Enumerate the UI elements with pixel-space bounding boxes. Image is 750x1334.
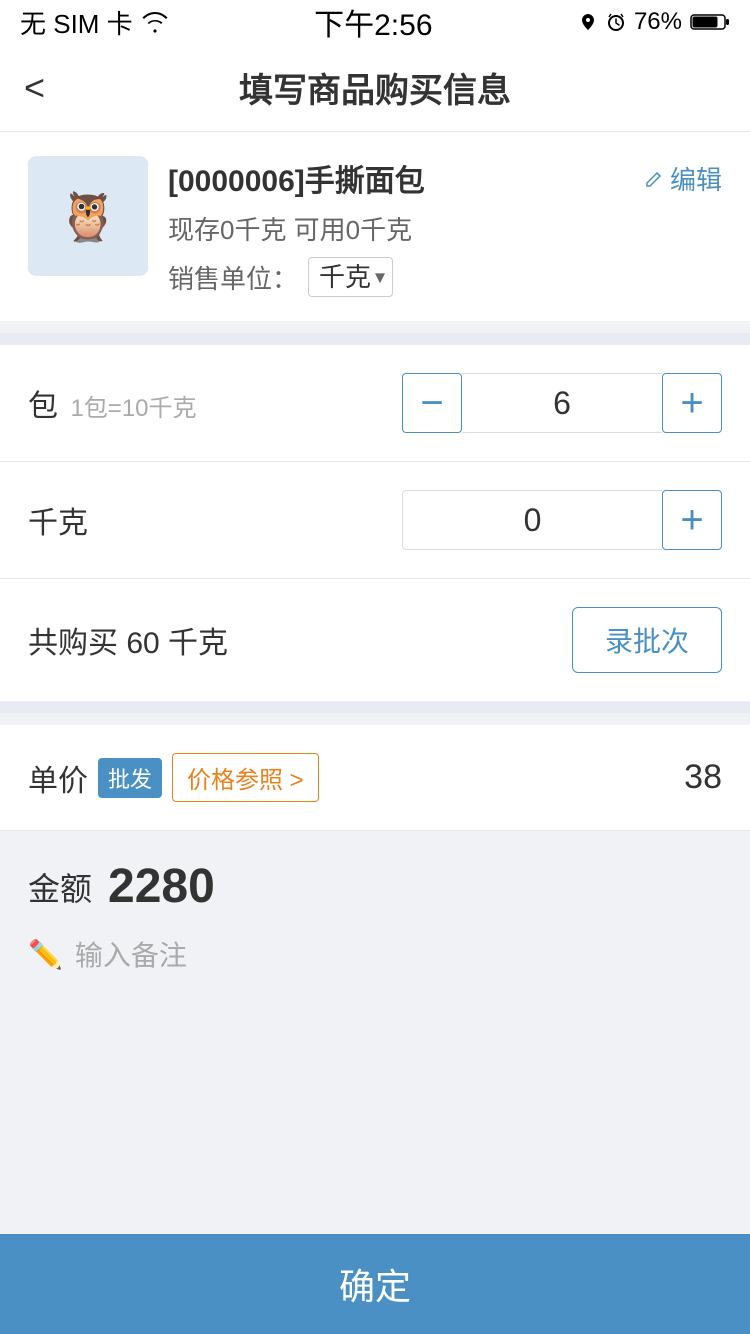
form-section: 包 1包=10千克 − + 千克 + 共购买 60 千克 录批次 <box>0 345 750 701</box>
separator-1 <box>0 333 750 345</box>
package-minus-button[interactable]: − <box>402 373 462 433</box>
status-time: 下午2:56 <box>314 0 432 44</box>
edit-icon <box>644 167 666 189</box>
alarm-icon <box>606 12 626 32</box>
back-button[interactable]: < <box>24 67 45 109</box>
remark-row[interactable]: ✏️ 输入备注 <box>28 934 722 1002</box>
package-label-group: 包 1包=10千克 <box>28 381 197 425</box>
record-batch-button[interactable]: 录批次 <box>572 607 722 673</box>
confirm-label: 确定 <box>339 1258 411 1310</box>
status-carrier: 无 SIM 卡 <box>20 4 169 41</box>
price-value: 38 <box>684 758 722 797</box>
product-info: [0000006]手撕面包 编辑 现存0千克 可用0千克 销售单位： 千克 <box>168 156 722 297</box>
remark-placeholder[interactable]: 输入备注 <box>75 934 187 974</box>
pencil-icon: ✏️ <box>28 938 63 971</box>
product-unit-row: 销售单位： 千克 <box>168 257 722 297</box>
package-quantity-control: − + <box>402 373 722 433</box>
price-badge: 批发 <box>98 758 162 798</box>
kg-quantity-input[interactable] <box>402 490 662 550</box>
package-hint: 1包=10千克 <box>70 395 196 422</box>
nav-bar: < 填写商品购买信息 <box>0 44 750 132</box>
battery-icon <box>690 12 730 32</box>
unit-select[interactable]: 千克 <box>308 257 393 297</box>
confirm-button[interactable]: 确定 <box>0 1234 750 1334</box>
status-bar: 无 SIM 卡 下午2:56 76% <box>0 0 750 44</box>
package-quantity-input[interactable] <box>462 373 662 433</box>
product-thumbnail: 🦉 <box>28 156 148 276</box>
price-label: 单价 <box>28 756 88 800</box>
kg-plus-button[interactable]: + <box>662 490 722 550</box>
kg-quantity-control: + <box>402 490 722 550</box>
wifi-icon <box>141 11 169 33</box>
kg-label: 千克 <box>28 498 88 542</box>
edit-link[interactable]: 编辑 <box>644 160 722 197</box>
package-plus-button[interactable]: + <box>662 373 722 433</box>
price-label-group: 单价 批发 价格参照 > <box>28 753 319 802</box>
total-text: 共购买 60 千克 <box>28 618 228 662</box>
product-section: 🦉 [0000006]手撕面包 编辑 现存0千克 可用0千克 销售单位： 千克 <box>0 132 750 321</box>
price-section: 单价 批发 价格参照 > 38 <box>0 725 750 831</box>
location-icon <box>578 12 598 32</box>
status-right: 76% <box>578 8 730 36</box>
price-row: 单价 批发 价格参照 > 38 <box>0 725 750 831</box>
amount-section: 金额 2280 ✏️ 输入备注 <box>0 831 750 1002</box>
total-row: 共购买 60 千克 录批次 <box>0 579 750 701</box>
package-label: 包 <box>28 390 58 423</box>
amount-value: 2280 <box>108 859 215 914</box>
product-name: [0000006]手撕面包 <box>168 156 425 200</box>
page-title: 填写商品购买信息 <box>239 63 511 112</box>
unit-select-wrap[interactable]: 千克 <box>308 257 393 297</box>
amount-label: 金额 <box>28 864 92 910</box>
product-thumb-icon: 🦉 <box>58 188 118 245</box>
product-stock: 现存0千克 可用0千克 <box>168 210 722 247</box>
package-row: 包 1包=10千克 − + <box>0 345 750 462</box>
price-ref-button[interactable]: 价格参照 > <box>172 753 319 802</box>
kg-row: 千克 + <box>0 462 750 579</box>
separator-2 <box>0 701 750 713</box>
amount-row: 金额 2280 <box>28 859 722 914</box>
unit-label: 销售单位： <box>168 259 298 296</box>
